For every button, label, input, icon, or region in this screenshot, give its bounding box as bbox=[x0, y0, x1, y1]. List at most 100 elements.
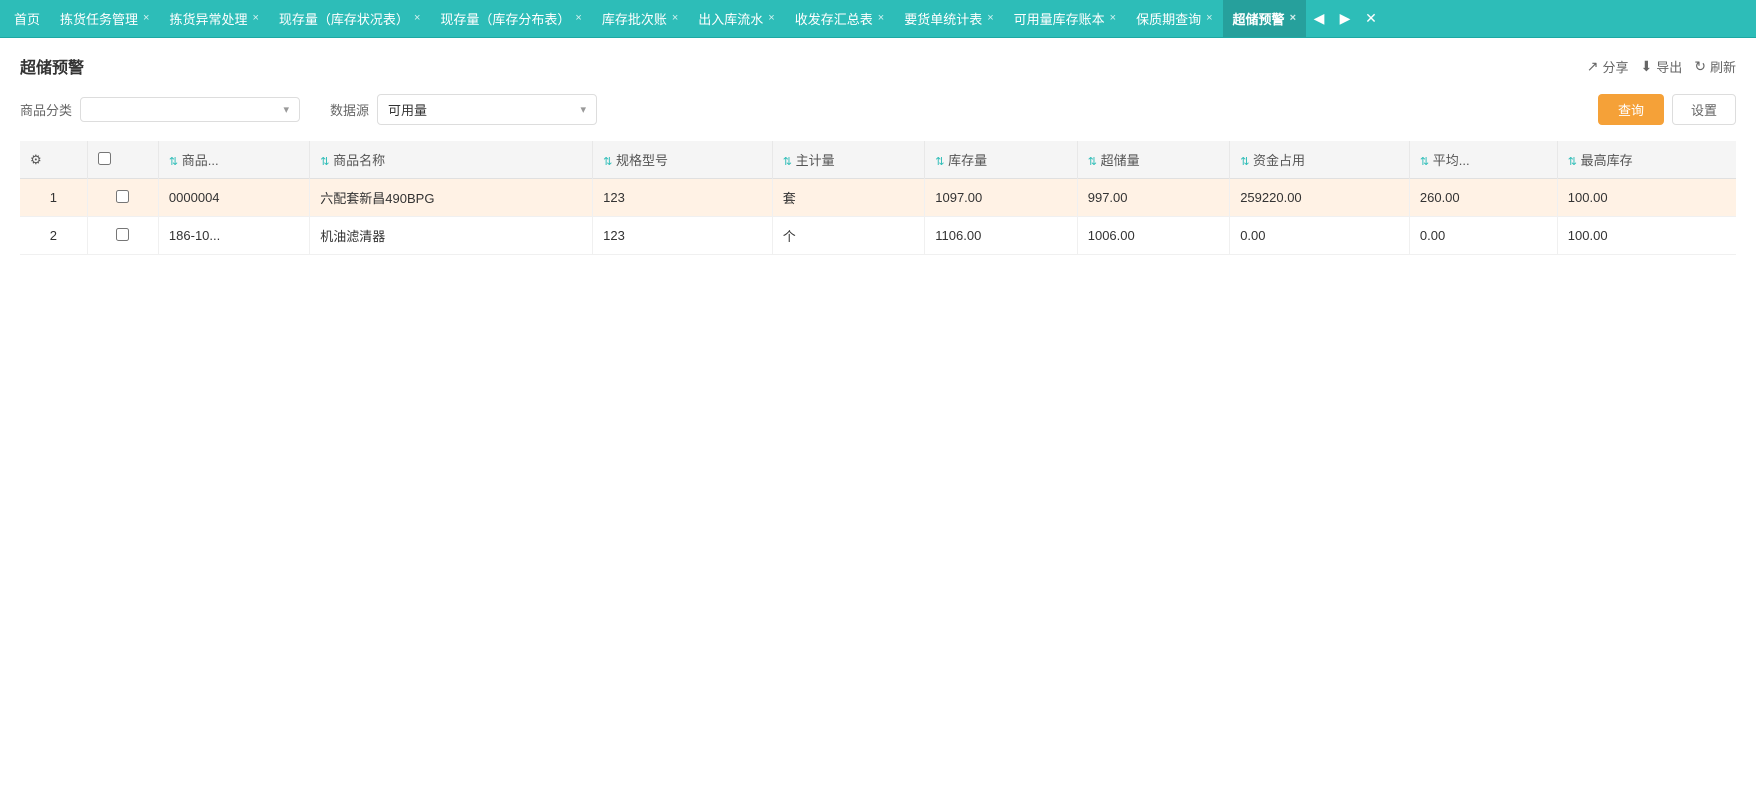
th-overstock[interactable]: ⇅ 超储量 bbox=[1077, 141, 1229, 179]
sort-icon: ⇅ bbox=[603, 156, 612, 168]
sort-icon: ⇅ bbox=[935, 156, 944, 168]
chevron-down-icon: ▾ bbox=[283, 103, 289, 116]
th-unit[interactable]: ⇅ 主计量 bbox=[772, 141, 924, 179]
datasource-value: 可用量 bbox=[388, 100, 427, 119]
chevron-down-icon: ▾ bbox=[581, 103, 587, 116]
tab-batch-account[interactable]: 库存批次账 × bbox=[592, 0, 688, 38]
share-button[interactable]: ↗ 分享 bbox=[1587, 57, 1629, 76]
tab-avail-account[interactable]: 可用量库存账本 × bbox=[1004, 0, 1126, 38]
nav-close-button[interactable]: ✕ bbox=[1358, 0, 1384, 38]
settings-button[interactable]: 设置 bbox=[1672, 94, 1736, 125]
row-spec: 123 bbox=[593, 217, 773, 255]
table-row: 2 186-10... 机油滤清器 123 个 1106.00 1006.00 … bbox=[20, 217, 1736, 255]
data-table: ⚙ ⇅ 商品... ⇅ 商品名称 ⇅ 规格型号 ⇅ bbox=[20, 141, 1736, 255]
tab-task-mgmt[interactable]: 拣货任务管理 × bbox=[50, 0, 159, 38]
sort-icon: ⇅ bbox=[320, 156, 329, 168]
datasource-select[interactable]: 可用量 ▾ bbox=[377, 94, 597, 125]
close-icon[interactable]: × bbox=[143, 13, 149, 24]
th-max-inventory[interactable]: ⇅ 最高库存 bbox=[1557, 141, 1736, 179]
th-gear[interactable]: ⚙ bbox=[20, 141, 87, 179]
row-product-name: 六配套新昌490BPG bbox=[310, 179, 593, 217]
close-icon[interactable]: × bbox=[1110, 13, 1116, 24]
row-checkbox-cell[interactable] bbox=[87, 217, 158, 255]
th-capital-usage[interactable]: ⇅ 资金占用 bbox=[1230, 141, 1410, 179]
refresh-icon: ↻ bbox=[1694, 58, 1706, 75]
export-icon: ⬇ bbox=[1641, 58, 1653, 75]
close-icon[interactable]: × bbox=[672, 13, 678, 24]
row-avg: 0.00 bbox=[1409, 217, 1557, 255]
close-icon[interactable]: × bbox=[1206, 13, 1212, 24]
nav-prev-button[interactable]: ◀ bbox=[1306, 0, 1332, 38]
row-unit: 个 bbox=[772, 217, 924, 255]
row-max-inventory: 100.00 bbox=[1557, 179, 1736, 217]
row-spec: 123 bbox=[593, 179, 773, 217]
tab-inventory-status[interactable]: 现存量（库存状况表） × bbox=[269, 0, 430, 38]
query-button[interactable]: 查询 bbox=[1598, 94, 1664, 125]
row-checkbox-cell[interactable] bbox=[87, 179, 158, 217]
sort-icon: ⇅ bbox=[1088, 156, 1097, 168]
export-button[interactable]: ⬇ 导出 bbox=[1641, 57, 1683, 76]
close-icon[interactable]: × bbox=[987, 13, 993, 24]
page-container: 超储预警 ↗ 分享 ⬇ 导出 ↻ 刷新 商品分类 ▾ 数据源 bbox=[0, 38, 1756, 271]
tab-abnormal[interactable]: 拣货异常处理 × bbox=[159, 0, 268, 38]
th-spec[interactable]: ⇅ 规格型号 bbox=[593, 141, 773, 179]
refresh-button[interactable]: ↻ 刷新 bbox=[1694, 57, 1736, 76]
row-max-inventory: 100.00 bbox=[1557, 217, 1736, 255]
category-filter: 商品分类 ▾ bbox=[20, 97, 300, 122]
row-capital-usage: 0.00 bbox=[1230, 217, 1410, 255]
tab-collect-account[interactable]: 收发存汇总表 × bbox=[785, 0, 894, 38]
sort-icon: ⇅ bbox=[1240, 156, 1249, 168]
th-inventory[interactable]: ⇅ 库存量 bbox=[925, 141, 1077, 179]
row-product-code: 186-10... bbox=[158, 217, 309, 255]
row-avg: 260.00 bbox=[1409, 179, 1557, 217]
th-checkbox[interactable] bbox=[87, 141, 158, 179]
sort-icon: ⇅ bbox=[783, 156, 792, 168]
filter-buttons: 查询 设置 bbox=[1598, 94, 1736, 125]
row-number: 2 bbox=[20, 217, 87, 255]
table-row: 1 0000004 六配套新昌490BPG 123 套 1097.00 997.… bbox=[20, 179, 1736, 217]
gear-icon: ⚙ bbox=[30, 152, 42, 167]
row-overstock: 1006.00 bbox=[1077, 217, 1229, 255]
datasource-filter: 数据源 可用量 ▾ bbox=[330, 94, 597, 125]
row-overstock: 997.00 bbox=[1077, 179, 1229, 217]
th-product-name[interactable]: ⇅ 商品名称 bbox=[310, 141, 593, 179]
topbar: 首页 拣货任务管理 × 拣货异常处理 × 现存量（库存状况表） × 现存量（库存… bbox=[0, 0, 1756, 38]
share-icon: ↗ bbox=[1587, 58, 1599, 75]
select-all-checkbox[interactable] bbox=[98, 152, 111, 165]
page-actions: ↗ 分享 ⬇ 导出 ↻ 刷新 bbox=[1587, 57, 1736, 76]
sort-icon: ⇅ bbox=[1420, 156, 1429, 168]
datasource-label: 数据源 bbox=[330, 100, 369, 119]
close-icon[interactable]: × bbox=[575, 13, 581, 24]
nav-next-button[interactable]: ▶ bbox=[1332, 0, 1358, 38]
category-label: 商品分类 bbox=[20, 100, 72, 119]
close-icon[interactable]: × bbox=[252, 13, 258, 24]
th-product-code[interactable]: ⇅ 商品... bbox=[158, 141, 309, 179]
filter-row: 商品分类 ▾ 数据源 可用量 ▾ 查询 设置 bbox=[20, 94, 1736, 125]
tab-inout-flow[interactable]: 出入库流水 × bbox=[688, 0, 784, 38]
sort-icon: ⇅ bbox=[1568, 156, 1577, 168]
tab-order-stats[interactable]: 要货单统计表 × bbox=[894, 0, 1003, 38]
tab-home[interactable]: 首页 bbox=[4, 0, 50, 38]
close-icon[interactable]: × bbox=[768, 13, 774, 24]
row-product-code: 0000004 bbox=[158, 179, 309, 217]
close-icon[interactable]: × bbox=[414, 13, 420, 24]
tab-overstock-warning[interactable]: 超储预警 × bbox=[1223, 0, 1306, 38]
tab-inventory-dist[interactable]: 现存量（库存分布表） × bbox=[430, 0, 591, 38]
tab-quality-check[interactable]: 保质期查询 × bbox=[1126, 0, 1222, 38]
page-title: 超储预警 bbox=[20, 54, 84, 78]
table-header-row: ⚙ ⇅ 商品... ⇅ 商品名称 ⇅ 规格型号 ⇅ bbox=[20, 141, 1736, 179]
row-inventory: 1106.00 bbox=[925, 217, 1077, 255]
row-unit: 套 bbox=[772, 179, 924, 217]
close-icon[interactable]: × bbox=[878, 13, 884, 24]
row-product-name: 机油滤清器 bbox=[310, 217, 593, 255]
page-header: 超储预警 ↗ 分享 ⬇ 导出 ↻ 刷新 bbox=[20, 54, 1736, 78]
row-number: 1 bbox=[20, 179, 87, 217]
category-select[interactable]: ▾ bbox=[80, 97, 300, 122]
row-checkbox[interactable] bbox=[116, 190, 129, 203]
sort-icon: ⇅ bbox=[169, 156, 178, 168]
row-checkbox[interactable] bbox=[116, 228, 129, 241]
row-inventory: 1097.00 bbox=[925, 179, 1077, 217]
row-capital-usage: 259220.00 bbox=[1230, 179, 1410, 217]
close-icon[interactable]: × bbox=[1290, 13, 1296, 24]
th-avg[interactable]: ⇅ 平均... bbox=[1409, 141, 1557, 179]
